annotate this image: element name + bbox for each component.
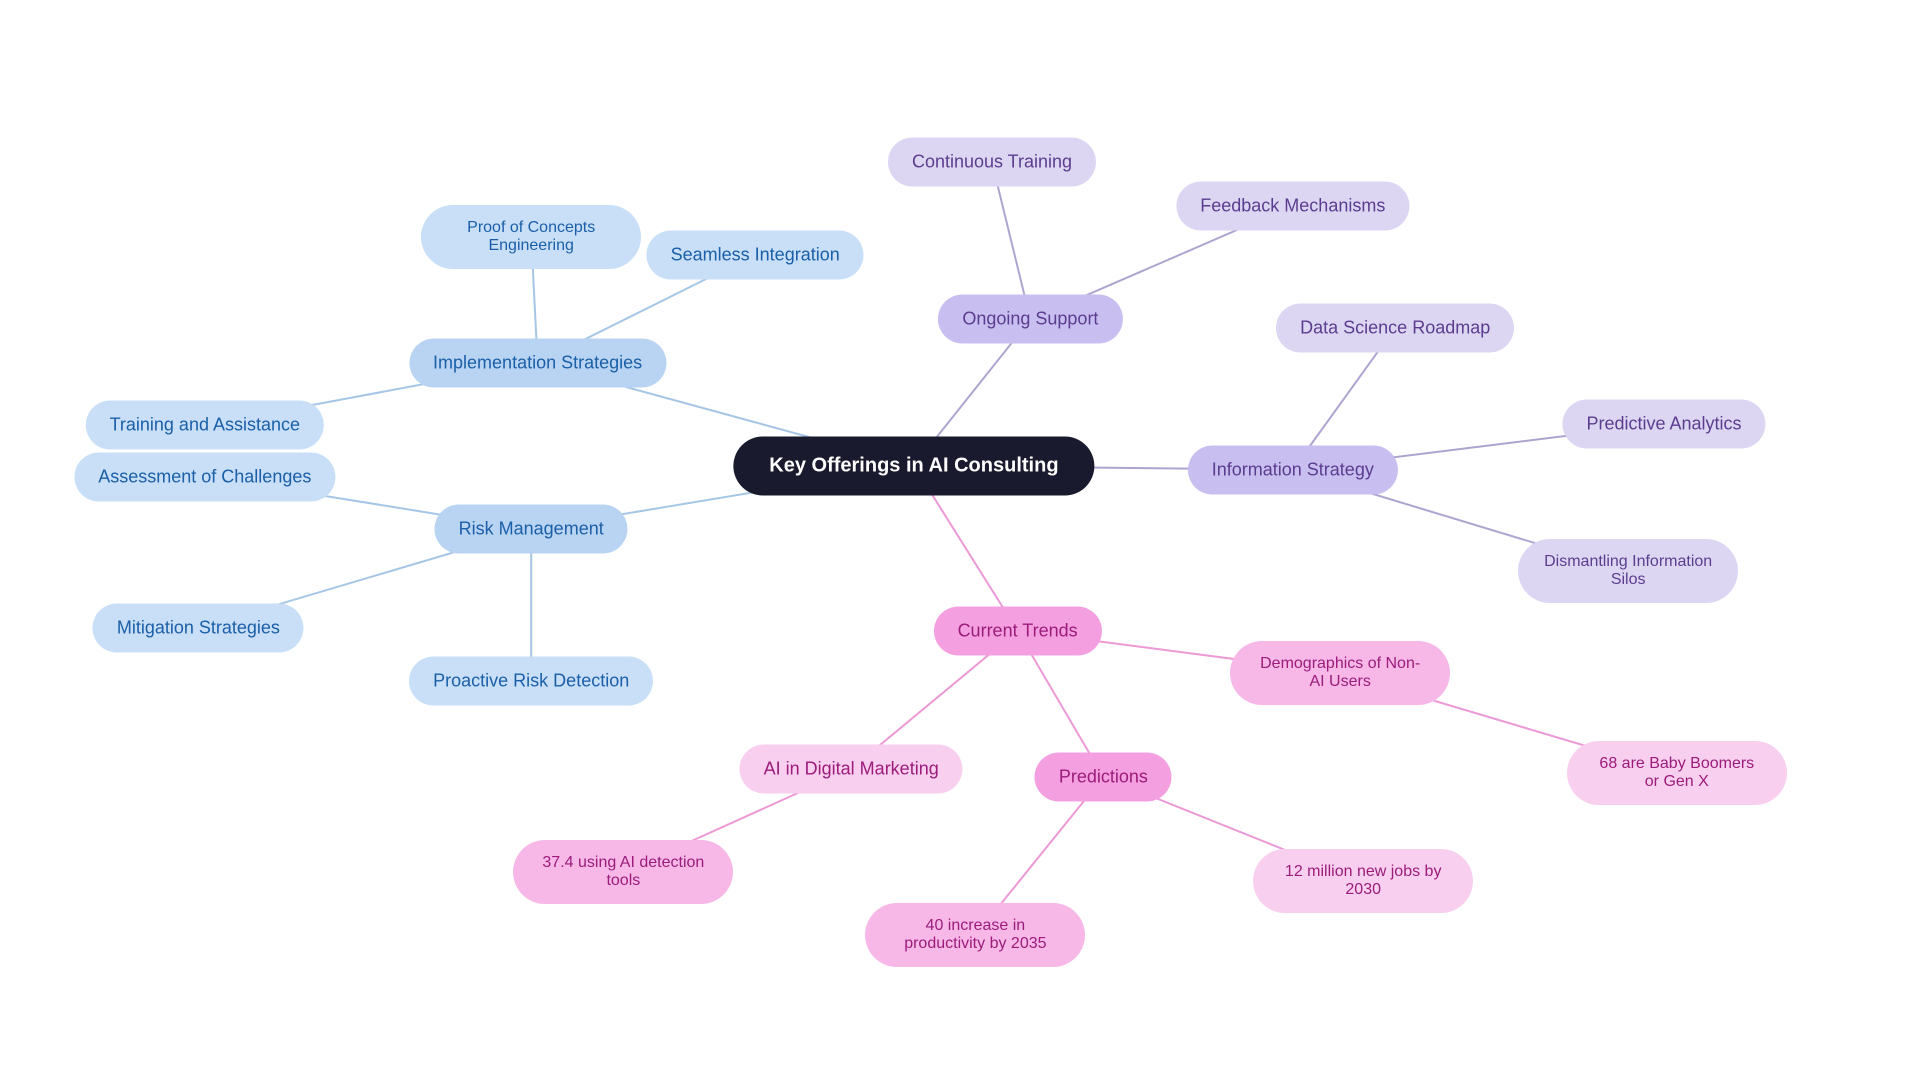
training-assistance-node: Training and Assistance: [86, 401, 324, 450]
proof-of-concepts-node: Proof of Concepts Engineering: [421, 205, 641, 269]
40-productivity-node: 40 increase in productivity by 2035: [865, 903, 1085, 967]
feedback-mechanisms-node: Feedback Mechanisms: [1176, 181, 1409, 230]
implementation-strategies-node: Implementation Strategies: [409, 338, 666, 387]
proactive-risk-node: Proactive Risk Detection: [409, 656, 653, 705]
predictive-analytics-node: Predictive Analytics: [1562, 399, 1765, 448]
ai-digital-marketing-node: AI in Digital Marketing: [740, 744, 963, 793]
12-million-jobs-node: 12 million new jobs by 2030: [1253, 849, 1473, 913]
center-node: Key Offerings in AI Consulting: [733, 436, 1094, 495]
ongoing-support-node: Ongoing Support: [938, 295, 1122, 344]
assessment-challenges-node: Assessment of Challenges: [74, 452, 335, 501]
data-science-roadmap-node: Data Science Roadmap: [1276, 303, 1514, 352]
37-4-detection-node: 37.4 using AI detection tools: [513, 840, 733, 904]
current-trends-node: Current Trends: [934, 606, 1102, 655]
mindmap-canvas: Key Offerings in AI Consulting Implementa…: [0, 0, 1920, 1083]
risk-management-node: Risk Management: [435, 505, 628, 554]
information-strategy-node: Information Strategy: [1188, 445, 1398, 494]
continuous-training-node: Continuous Training: [888, 138, 1096, 187]
seamless-integration-node: Seamless Integration: [647, 230, 864, 279]
predictions-node: Predictions: [1035, 753, 1172, 802]
dismantling-silos-node: Dismantling Information Silos: [1518, 539, 1738, 603]
demographics-node: Demographics of Non-AI Users: [1230, 641, 1450, 705]
68-baby-boomers-node: 68 are Baby Boomers or Gen X: [1567, 741, 1787, 805]
mitigation-strategies-node: Mitigation Strategies: [93, 604, 304, 653]
